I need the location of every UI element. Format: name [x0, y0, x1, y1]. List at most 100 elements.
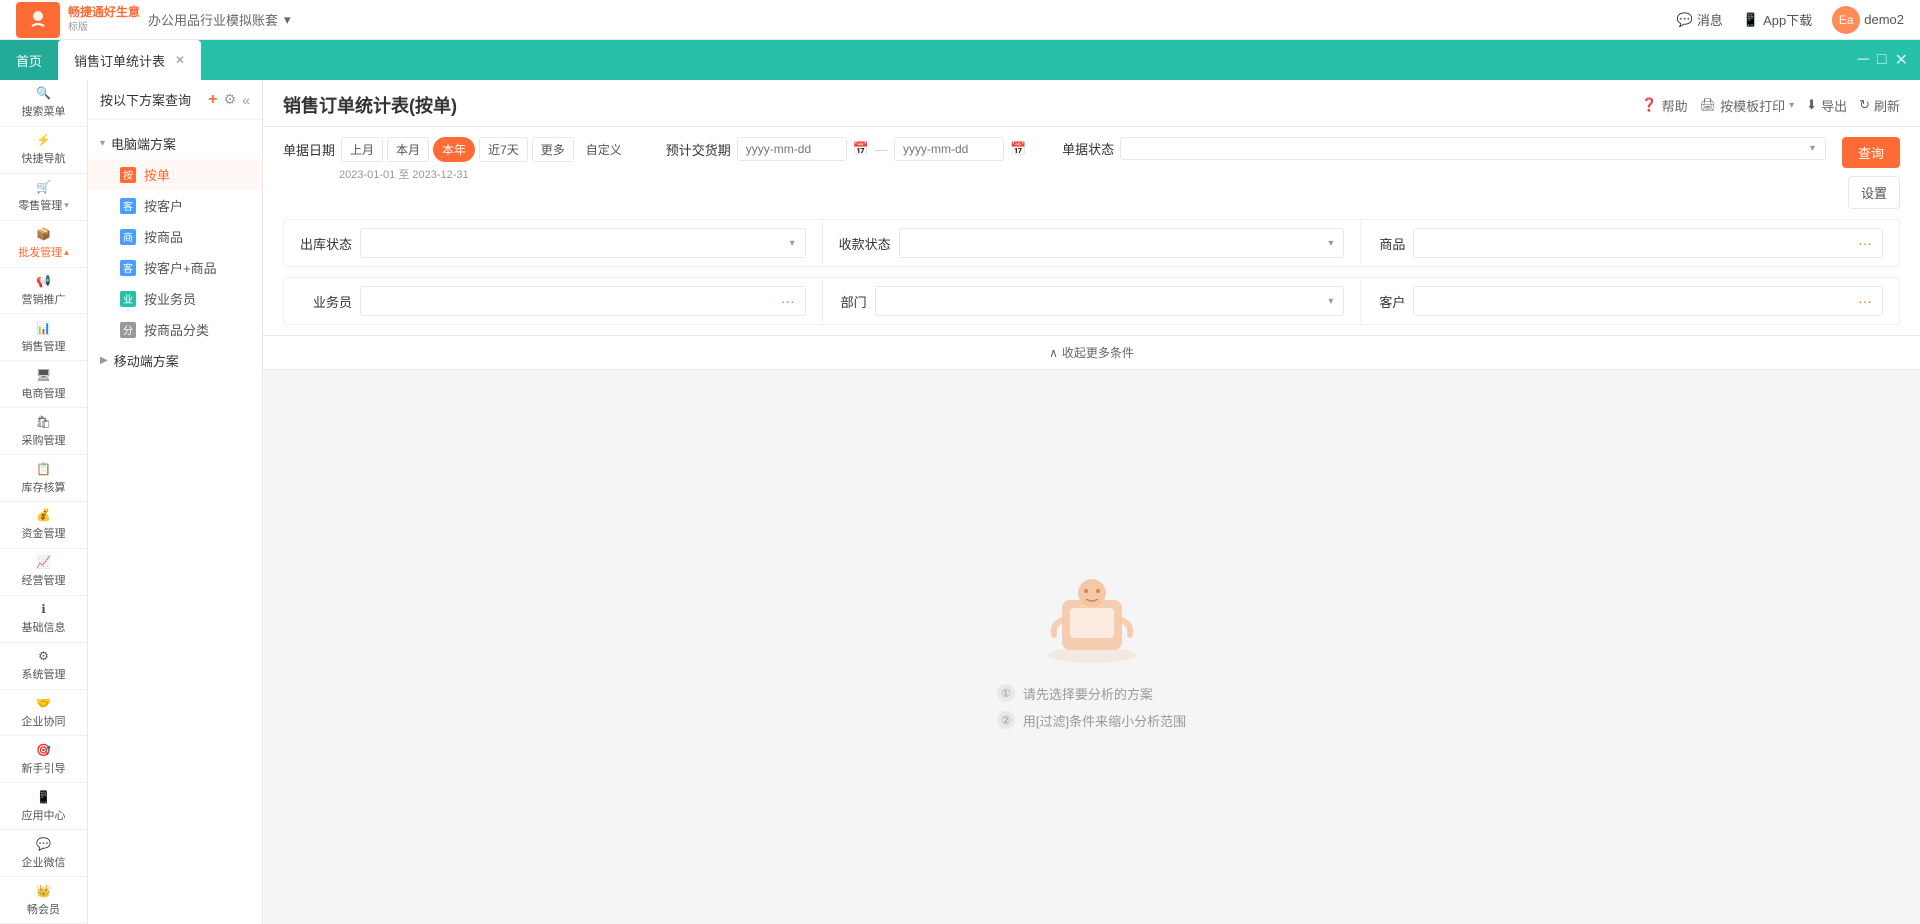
sidebar-item-sales[interactable]: 📊 销售管理: [0, 314, 87, 361]
department-cell: 部门 ▾: [823, 278, 1362, 324]
scheme-item-by-salesperson[interactable]: 业 按业务员: [88, 283, 262, 314]
enterprise-label: 企业协同: [22, 713, 66, 729]
date-range-display: 2023-01-01 至 2023-12-31: [339, 166, 630, 182]
sidebar-item-enterprise[interactable]: 🤝 企业协同: [0, 690, 87, 737]
scheme-settings-btn[interactable]: ⚙: [224, 91, 237, 108]
date-last-7days-btn[interactable]: 近7天: [479, 137, 528, 162]
sidebar-item-finance[interactable]: 💰 资金管理: [0, 502, 87, 549]
export-icon: ⬇: [1806, 97, 1817, 113]
template-print-btn[interactable]: 🖨 按模板打印 ▾: [1700, 96, 1795, 115]
sidebar-item-new-guide[interactable]: 🎯 新手引导: [0, 736, 87, 783]
sidebar-item-app-center[interactable]: 📱 应用中心: [0, 783, 87, 830]
system-label: 系统管理: [22, 666, 66, 682]
sidebar-item-wechat[interactable]: 💬 企业微信: [0, 830, 87, 877]
window-minimize-icon[interactable]: ─: [1858, 51, 1869, 69]
salesperson-select[interactable]: ···: [360, 286, 806, 316]
help-btn[interactable]: ❓ 帮助: [1641, 96, 1687, 115]
sidebar-item-system[interactable]: ⚙ 系统管理: [0, 643, 87, 690]
print-icon: 🖨: [1700, 97, 1717, 113]
date-options: 上月 本月 本年 近7天 更多 自定义: [341, 137, 630, 162]
user-name: demo2: [1864, 12, 1904, 27]
tip-2-text: 用[过滤]条件来缩小分析范围: [1023, 711, 1186, 730]
scheme-group-mobile: ▶ 移动端方案: [88, 345, 262, 376]
delivery-status-select[interactable]: ▾: [360, 228, 806, 258]
wechat-icon: 💬: [36, 837, 51, 851]
tab-close-icon[interactable]: ✕: [175, 53, 185, 67]
sidebar-item-inventory[interactable]: 📋 库存核算: [0, 455, 87, 502]
empty-state: ① 请先选择要分析的方案 ② 用[过滤]条件来缩小分析范围: [263, 370, 1920, 924]
sidebar-item-business[interactable]: 📈 经营管理: [0, 549, 87, 596]
department-select[interactable]: ▾: [875, 286, 1345, 316]
download-icon: 📱: [1743, 12, 1759, 28]
collapse-bar[interactable]: ∧ 收起更多条件: [263, 336, 1920, 370]
by-customer-icon: 客: [120, 198, 136, 214]
purchase-label: 采购管理: [22, 432, 66, 448]
query-btn[interactable]: 查询: [1842, 137, 1900, 168]
sidebar-item-purchase[interactable]: 🛍 采购管理: [0, 408, 87, 455]
product-more-icon: ···: [1858, 235, 1872, 251]
wechat-label: 企业微信: [22, 854, 66, 870]
breadcrumb-arrow-icon[interactable]: ▾: [284, 12, 291, 28]
payment-status-label: 收款状态: [839, 234, 891, 253]
wholesale-label: 批发管理: [18, 244, 62, 260]
date-this-month-btn[interactable]: 本月: [387, 137, 429, 162]
scheme-item-by-product[interactable]: 商 按商品: [88, 221, 262, 252]
date-this-year-btn[interactable]: 本年: [433, 137, 475, 162]
pc-group-arrow-icon: ▾: [100, 138, 105, 149]
date-more-btn[interactable]: 更多: [532, 137, 574, 162]
calendar-to-icon[interactable]: 📅: [1010, 141, 1026, 157]
tab-home[interactable]: 首页: [0, 40, 58, 80]
date-to-input[interactable]: [894, 137, 1004, 161]
window-close-icon[interactable]: ✕: [1895, 50, 1908, 70]
breadcrumb: 办公用品行业模拟账套 ▾: [148, 10, 291, 29]
business-icon: 📈: [36, 555, 51, 569]
scheme-item-by-customer[interactable]: 客 按客户: [88, 190, 262, 221]
app-title: 畅捷通好生意: [68, 5, 140, 21]
customer-select[interactable]: ···: [1413, 286, 1883, 316]
filter-row-3: 业务员 ··· 部门 ▾ 客户: [283, 277, 1900, 325]
department-arrow-icon: ▾: [1328, 296, 1333, 307]
wholesale-icon: 📦: [36, 227, 51, 241]
enterprise-icon: 🤝: [36, 696, 51, 710]
settings-btn[interactable]: 设置: [1848, 176, 1900, 209]
user-profile[interactable]: Ea demo2: [1832, 6, 1904, 34]
doc-status-select[interactable]: ▾: [1120, 137, 1826, 160]
sidebar-item-membership[interactable]: 👑 畅会员: [0, 877, 87, 924]
window-maximize-icon[interactable]: □: [1877, 51, 1887, 69]
sidebar-item-marketing[interactable]: 📢 营销推广: [0, 268, 87, 315]
doc-status-label: 单据状态: [1062, 139, 1114, 158]
tab-sales-order-stats[interactable]: 销售订单统计表 ✕: [58, 40, 201, 80]
scheme-item-by-product-category[interactable]: 分 按商品分类: [88, 314, 262, 345]
filter-area: 单据日期 上月 本月 本年 近7天 更多 自定义 2023-01-01 至 20…: [263, 127, 1920, 336]
date-filter-row: 单据日期 上月 本月 本年 近7天 更多 自定义: [283, 137, 630, 162]
right-content: 销售订单统计表(按单) ❓ 帮助 🖨 按模板打印 ▾ ⬇ 导出: [263, 80, 1920, 924]
scheme-group-mobile-header[interactable]: ▶ 移动端方案: [88, 345, 262, 376]
sidebar-item-search-menu[interactable]: 🔍 搜索菜单: [0, 80, 87, 127]
sidebar-item-basic-info[interactable]: ℹ 基础信息: [0, 596, 87, 643]
search-menu-icon: 🔍: [36, 86, 51, 100]
date-from-input[interactable]: [737, 137, 847, 161]
app-download-btn[interactable]: 📱 App下载: [1743, 10, 1812, 29]
scheme-collapse-btn[interactable]: «: [242, 92, 250, 108]
expected-delivery-input-group: 📅 — 📅: [737, 137, 1026, 161]
scheme-add-btn[interactable]: +: [208, 91, 217, 109]
sidebar-item-quick-nav[interactable]: ⚡ 快捷导航: [0, 127, 87, 174]
scheme-item-by-order[interactable]: 按 按单: [88, 159, 262, 190]
payment-status-arrow-icon: ▾: [1328, 238, 1333, 249]
sidebar-item-wholesale[interactable]: 📦 批发管理 ▴: [0, 221, 87, 268]
scheme-item-by-customer-product[interactable]: 客 按客户+商品: [88, 252, 262, 283]
sidebar-item-ecommerce[interactable]: 🖥 电商管理: [0, 361, 87, 408]
product-select[interactable]: ···: [1413, 228, 1883, 258]
payment-status-select[interactable]: ▾: [899, 228, 1345, 258]
message-btn[interactable]: 💬 消息: [1677, 10, 1723, 29]
export-btn[interactable]: ⬇ 导出: [1806, 96, 1847, 115]
date-last-month-btn[interactable]: 上月: [341, 137, 383, 162]
customer-label: 客户: [1377, 292, 1405, 311]
sidebar-item-retail[interactable]: 🛒 零售管理 ▾: [0, 174, 87, 221]
calendar-from-icon[interactable]: 📅: [853, 141, 869, 157]
business-label: 经营管理: [22, 572, 66, 588]
date-custom-btn[interactable]: 自定义: [578, 138, 630, 161]
refresh-btn[interactable]: ↻ 刷新: [1859, 96, 1900, 115]
purchase-icon: 🛍: [36, 415, 51, 429]
scheme-group-pc-header[interactable]: ▾ 电脑端方案: [88, 128, 262, 159]
